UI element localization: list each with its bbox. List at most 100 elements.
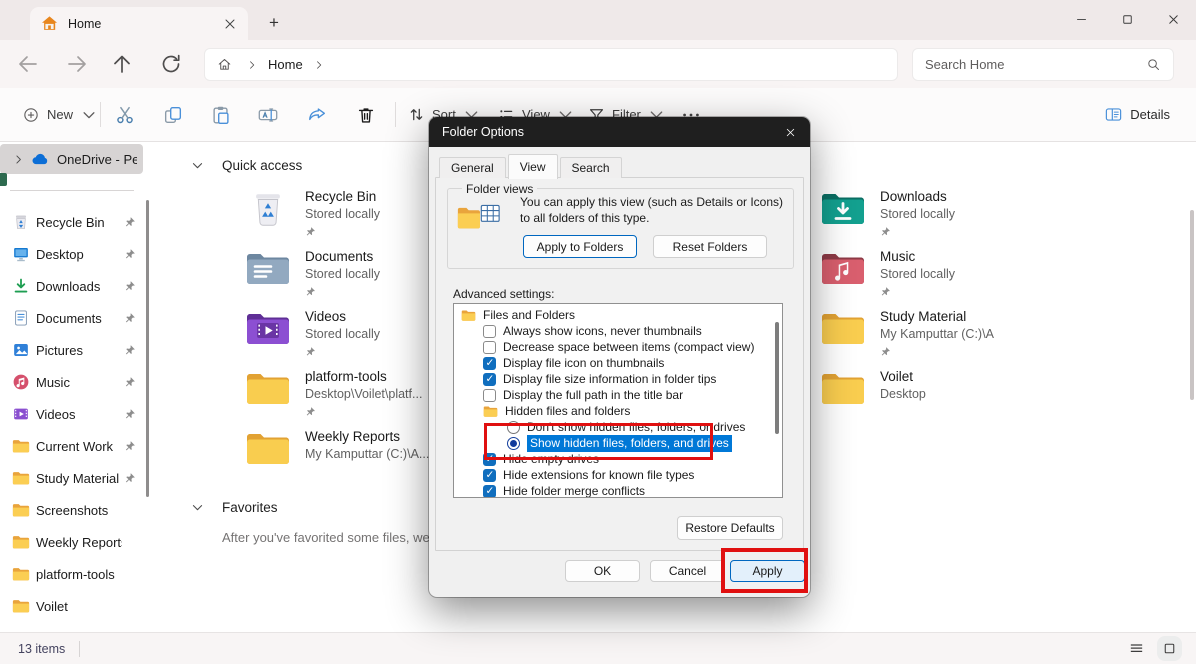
home-breadcrumb-icon[interactable] <box>217 57 232 72</box>
settings-label: Hide empty drives <box>503 452 599 466</box>
dialog-tab[interactable]: Search <box>560 157 622 178</box>
cancel-button[interactable]: Cancel <box>650 560 725 582</box>
tile-subtitle: Stored locally <box>305 206 380 223</box>
tab-home[interactable]: Home <box>30 7 248 40</box>
sidebar-item[interactable]: Music <box>0 366 150 398</box>
sidebar-scrollbar[interactable] <box>146 200 149 497</box>
cut-icon[interactable] <box>114 104 136 126</box>
settings-row[interactable]: Display file icon on thumbnails <box>454 355 782 371</box>
checkbox-unchecked[interactable] <box>483 389 496 402</box>
ok-button[interactable]: OK <box>565 560 640 582</box>
favorites-header[interactable]: Favorites <box>190 500 278 515</box>
content-scrollbar[interactable] <box>1190 210 1194 400</box>
settings-row[interactable]: Don't show hidden files, folders, or dri… <box>454 419 782 435</box>
pin-icon <box>124 408 136 420</box>
checkbox-unchecked[interactable] <box>483 341 496 354</box>
sidebar-item[interactable]: Pictures <box>0 334 150 366</box>
settings-row[interactable]: Display the full path in the title bar <box>454 387 782 403</box>
radio-unchecked[interactable] <box>507 421 520 434</box>
favorites-title: Favorites <box>222 500 278 515</box>
settings-row[interactable]: Hide empty drives <box>454 451 782 467</box>
settings-label: Always show icons, never thumbnails <box>503 324 702 338</box>
list-scrollbar[interactable] <box>775 322 779 434</box>
folder-downloads-icon <box>820 190 866 228</box>
settings-row[interactable]: Decrease space between items (compact vi… <box>454 339 782 355</box>
file-tile[interactable]: Downloads Stored locally <box>820 188 1190 248</box>
reset-folders-button[interactable]: Reset Folders <box>653 235 767 258</box>
checkbox-unchecked[interactable] <box>483 325 496 338</box>
new-tab-button[interactable]: + <box>262 11 286 35</box>
sidebar-item-label: Weekly Reports <box>36 535 122 550</box>
refresh-button[interactable] <box>159 52 183 76</box>
sidebar-item-onedrive[interactable]: OneDrive - Personal <box>0 144 143 174</box>
radio-checked[interactable] <box>507 437 520 450</box>
address-bar[interactable]: Home <box>204 48 898 81</box>
breadcrumb[interactable]: Home <box>268 57 303 72</box>
settings-row[interactable]: Hidden files and folders <box>454 403 782 419</box>
checkbox-checked[interactable] <box>483 357 496 370</box>
checkbox-checked[interactable] <box>483 469 496 482</box>
sidebar-item[interactable]: Voilet <box>0 590 150 622</box>
rename-icon[interactable] <box>257 104 279 126</box>
sidebar-item[interactable]: platform-tools <box>0 558 150 590</box>
dialog-titlebar[interactable]: Folder Options <box>429 117 810 147</box>
delete-icon[interactable] <box>355 104 377 126</box>
details-view-icon[interactable] <box>1128 640 1145 657</box>
search-placeholder: Search Home <box>925 57 1146 72</box>
sidebar-item[interactable]: Weekly Reports <box>0 526 150 558</box>
apply-to-folders-button[interactable]: Apply to Folders <box>523 235 637 258</box>
checkbox-checked[interactable] <box>483 373 496 386</box>
chevron-right-icon[interactable] <box>12 153 25 166</box>
large-icons-view-icon[interactable] <box>1161 640 1178 657</box>
sidebar-item[interactable]: Downloads <box>0 270 150 302</box>
sidebar-item[interactable]: Videos <box>0 398 150 430</box>
dialog-close-icon[interactable] <box>784 126 797 139</box>
minimize-button[interactable] <box>1058 0 1104 38</box>
checkbox-checked[interactable] <box>483 485 496 498</box>
chevron-down-icon[interactable] <box>190 158 205 173</box>
up-button[interactable] <box>110 52 134 76</box>
settings-row[interactable]: Files and Folders <box>454 307 782 323</box>
back-button[interactable] <box>16 52 40 76</box>
sidebar-item[interactable]: Screenshots <box>0 494 150 526</box>
settings-row[interactable]: Always show icons, never thumbnails <box>454 323 782 339</box>
quick-access-header[interactable]: Quick access <box>190 158 302 173</box>
sidebar-item-label: Recycle Bin <box>36 215 105 230</box>
chevron-down-icon[interactable] <box>190 500 205 515</box>
close-button[interactable] <box>1150 0 1196 38</box>
sidebar-item[interactable]: Study Material <box>0 462 150 494</box>
file-tile[interactable]: Voilet Desktop <box>820 368 1190 428</box>
sidebar-item[interactable]: Recycle Bin <box>0 206 150 238</box>
sidebar: OneDrive - Personal Recycle Bin Desktop … <box>0 142 160 632</box>
dialog-tab[interactable]: General <box>439 157 506 178</box>
share-icon[interactable] <box>306 104 328 126</box>
file-tile[interactable]: Study Material My Kamputtar (C:)\A <box>820 308 1190 368</box>
details-toggle[interactable]: Details <box>1104 88 1170 141</box>
search-icon <box>1146 57 1161 72</box>
sidebar-item[interactable]: Current Work <box>0 430 150 462</box>
tab-close-icon[interactable] <box>222 16 238 32</box>
settings-row[interactable]: Hide folder merge conflicts <box>454 483 782 498</box>
folder-icon[interactable] <box>483 405 498 418</box>
settings-row[interactable]: Display file size information in folder … <box>454 371 782 387</box>
settings-row[interactable]: Show hidden files, folders, and drives <box>454 435 782 451</box>
folder-yellow-icon <box>820 370 866 408</box>
settings-row[interactable]: Hide extensions for known file types <box>454 467 782 483</box>
restore-defaults-button[interactable]: Restore Defaults <box>677 516 783 540</box>
apply-button[interactable]: Apply <box>730 560 805 582</box>
sidebar-item[interactable]: Desktop <box>0 238 150 270</box>
folder-icon[interactable] <box>461 309 476 322</box>
new-button[interactable]: New <box>14 88 106 141</box>
file-tile[interactable]: Music Stored locally <box>820 248 1190 308</box>
dialog-tab[interactable]: View <box>508 154 558 179</box>
copy-icon[interactable] <box>162 104 184 126</box>
forward-button[interactable] <box>65 52 89 76</box>
pictures-s-icon <box>12 341 30 359</box>
tab-title: Home <box>68 17 222 31</box>
items-count: 13 items <box>18 642 65 656</box>
sidebar-item[interactable]: Documents <box>0 302 150 334</box>
search-input[interactable]: Search Home <box>912 48 1174 81</box>
paste-icon[interactable] <box>210 104 232 126</box>
checkbox-checked[interactable] <box>483 453 496 466</box>
maximize-button[interactable] <box>1104 0 1150 38</box>
